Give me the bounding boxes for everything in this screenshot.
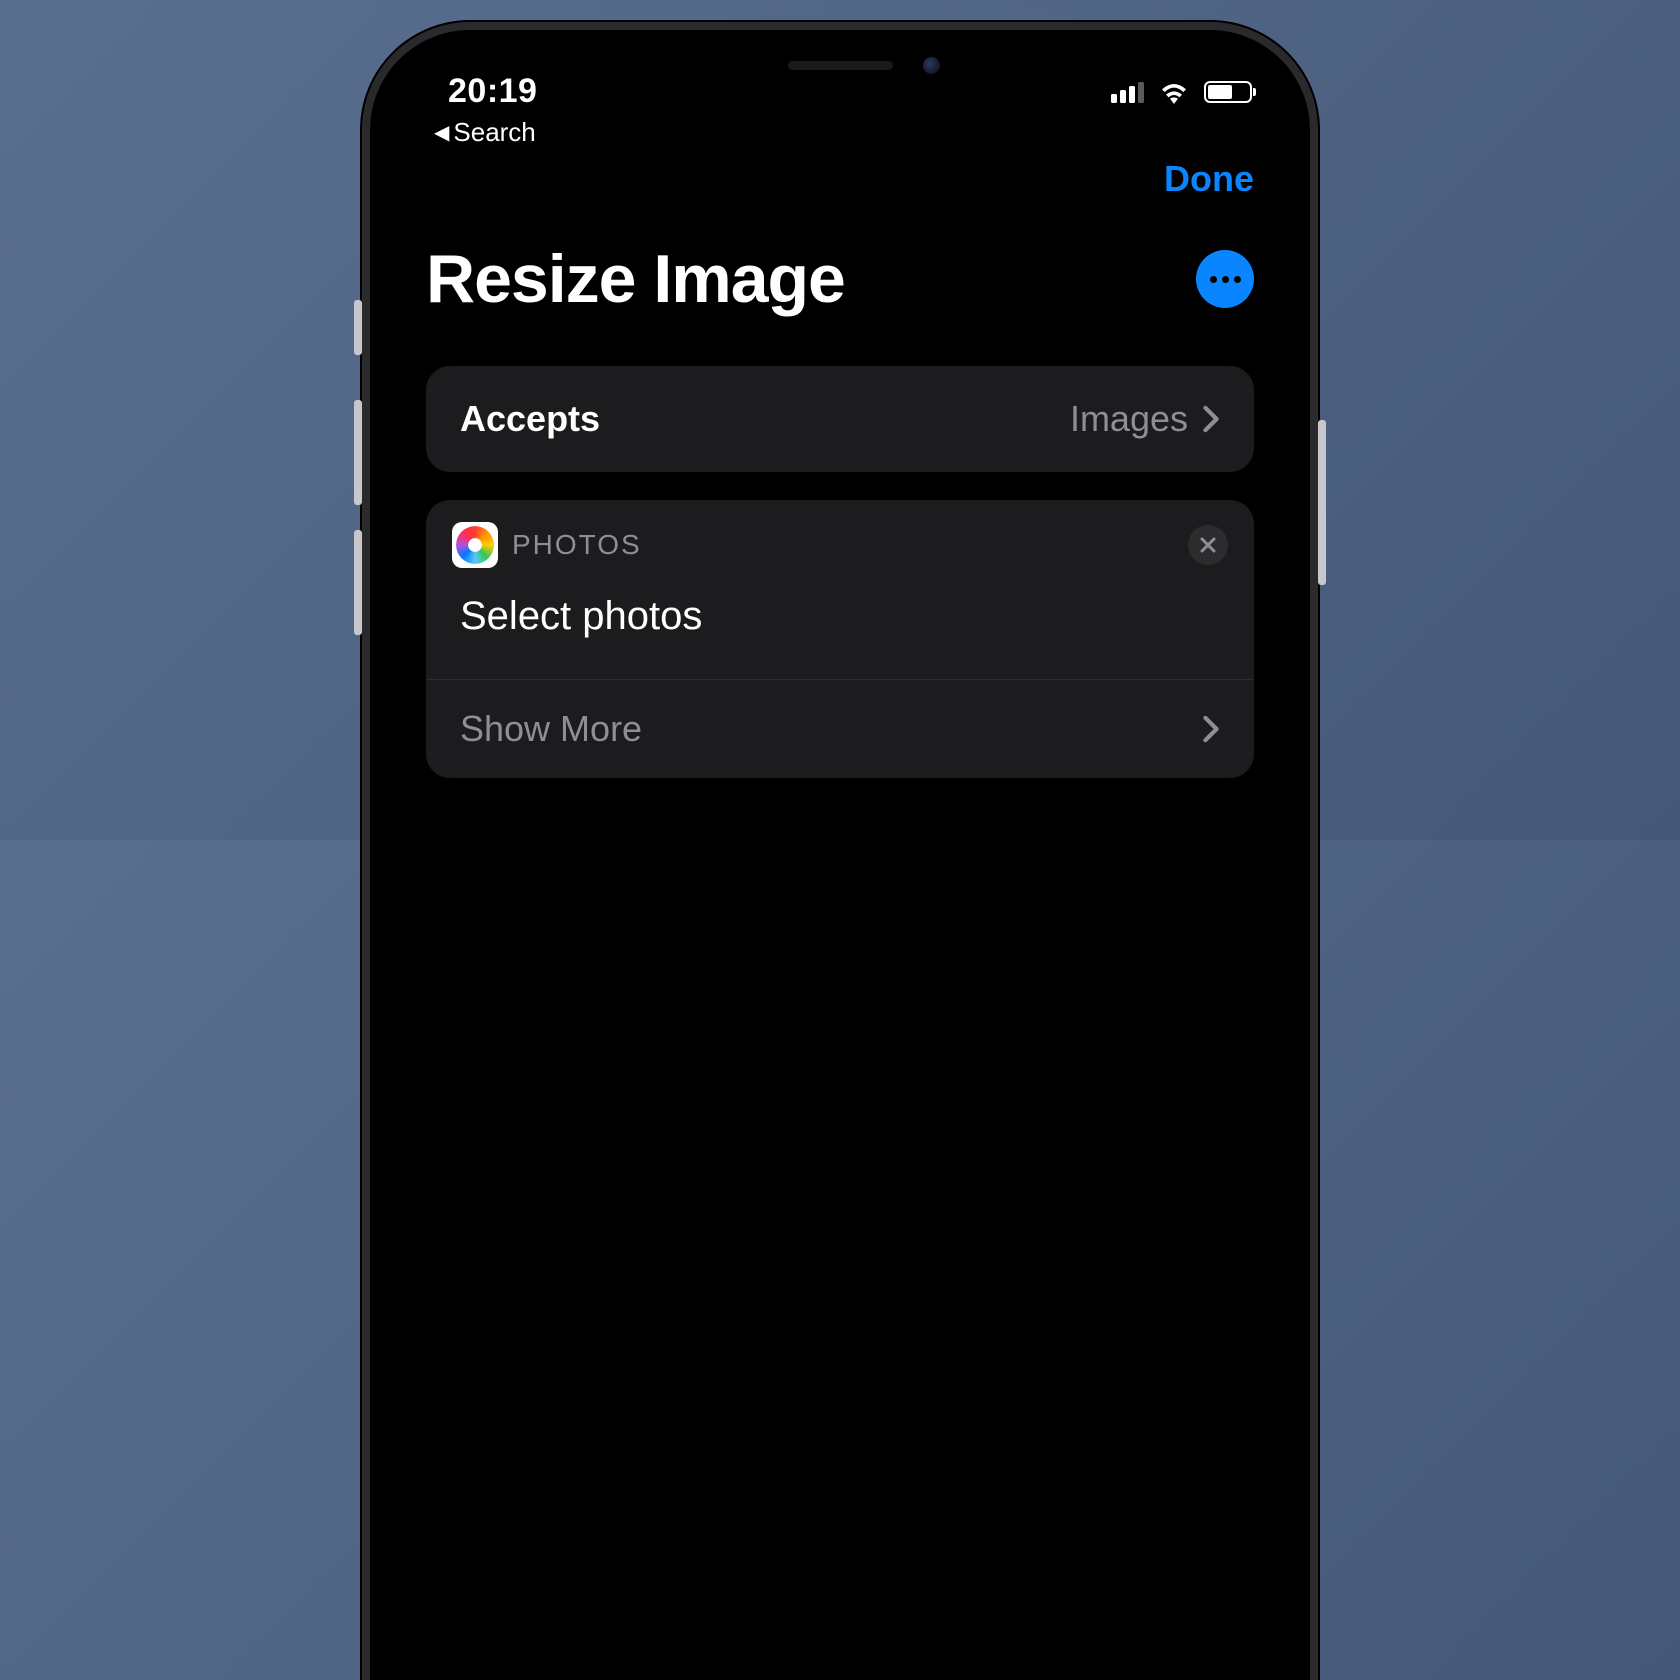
back-arrow-icon: ◀ bbox=[434, 120, 449, 145]
photos-app-label: PHOTOS bbox=[512, 529, 642, 561]
ringer-switch bbox=[354, 300, 362, 355]
accepts-label: Accepts bbox=[460, 398, 600, 440]
status-time: 20:19 bbox=[448, 72, 537, 111]
show-more-row[interactable]: Show More bbox=[426, 680, 1254, 778]
photos-card-header: PHOTOS bbox=[426, 500, 1254, 576]
volume-down-button bbox=[354, 530, 362, 635]
chevron-right-icon bbox=[1202, 715, 1220, 743]
ellipsis-icon bbox=[1210, 276, 1217, 283]
done-button[interactable]: Done bbox=[1164, 158, 1254, 200]
back-to-search-button[interactable]: ◀ Search bbox=[434, 117, 537, 148]
power-button bbox=[1318, 420, 1326, 585]
header-row: Resize Image bbox=[378, 200, 1302, 348]
page-title: Resize Image bbox=[426, 240, 845, 318]
phone-screen: 20:19 ◀ Search bbox=[378, 38, 1302, 1680]
battery-icon bbox=[1204, 81, 1252, 103]
select-photos-title[interactable]: Select photos bbox=[426, 576, 1254, 679]
delete-action-button[interactable] bbox=[1188, 525, 1228, 565]
front-camera bbox=[923, 57, 940, 74]
chevron-right-icon bbox=[1202, 405, 1220, 433]
phone-bezel: 20:19 ◀ Search bbox=[370, 30, 1310, 1680]
back-label: Search bbox=[453, 117, 535, 148]
photos-card-header-left: PHOTOS bbox=[452, 522, 642, 568]
status-bar-right bbox=[1111, 72, 1252, 104]
close-icon bbox=[1199, 536, 1217, 554]
show-more-label: Show More bbox=[460, 708, 642, 750]
speaker-grill bbox=[788, 61, 893, 70]
more-options-button[interactable] bbox=[1196, 250, 1254, 308]
accepts-cell[interactable]: Accepts Images bbox=[426, 366, 1254, 472]
accepts-value-group: Images bbox=[1070, 398, 1220, 440]
status-bar-left: 20:19 ◀ Search bbox=[448, 72, 537, 148]
phone-frame: 20:19 ◀ Search bbox=[360, 20, 1320, 1680]
content-area: Accepts Images PHOTOS bbox=[378, 348, 1302, 778]
accepts-value: Images bbox=[1070, 398, 1188, 440]
photos-action-card: PHOTOS Select photos Show More bbox=[426, 500, 1254, 778]
volume-up-button bbox=[354, 400, 362, 505]
wifi-icon bbox=[1158, 80, 1190, 104]
notch bbox=[650, 38, 1030, 93]
photos-app-icon bbox=[452, 522, 498, 568]
cellular-signal-icon bbox=[1111, 81, 1144, 103]
